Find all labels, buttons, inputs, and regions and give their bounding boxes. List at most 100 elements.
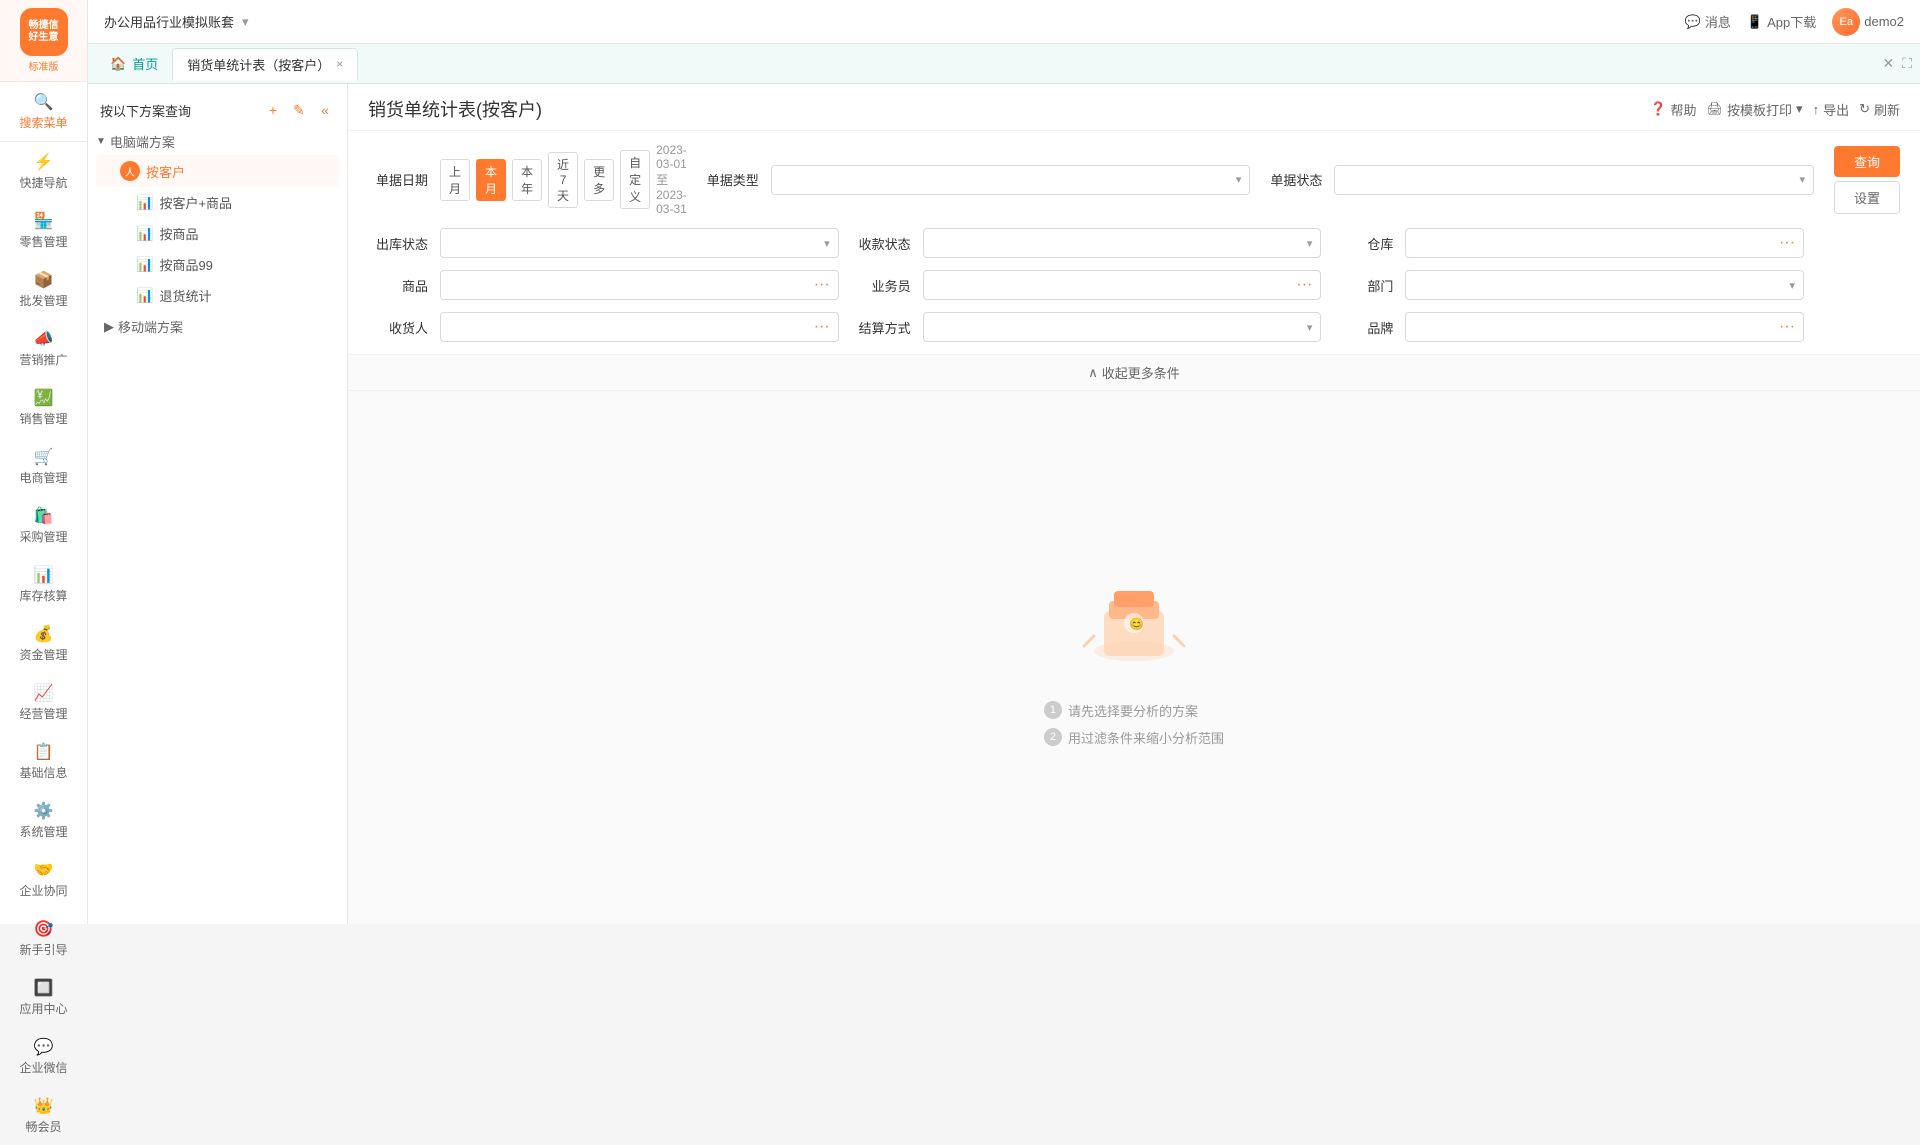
help-icon: ❓ (1650, 101, 1666, 117)
settlement-select[interactable]: ▾ (923, 312, 1322, 342)
department-select[interactable]: ▾ (1405, 270, 1804, 300)
date-btn-more[interactable]: 更多 (584, 159, 614, 201)
date-btn-custom[interactable]: 自定义 (620, 150, 650, 209)
receiver-input[interactable]: ··· (440, 312, 839, 342)
tab-home[interactable]: 🏠 首页 (96, 48, 172, 79)
message-icon: 💬 (1685, 14, 1701, 30)
sidebar-item-retail[interactable]: 🏪 零售管理 (0, 201, 87, 260)
page-header: 销货单统计表(按客户) ❓ 帮助 🖨 按模板打印 ▾ ↑ 导出 (348, 84, 1920, 131)
member-icon: 👑 (34, 1096, 54, 1116)
salesperson-label: 业务员 (851, 276, 911, 295)
date-btn-7days[interactable]: 近7天 (548, 152, 578, 208)
filter-row-1: 单据日期 上月 本月 本年 近7天 更多 自定义 2023-03-01 至 20… (368, 143, 1900, 216)
chart-icon-product99: 📊 (136, 256, 153, 273)
main-content: 办公用品行业模拟账套 ▾ 💬 消息 📱 App下载 Ea demo2 🏠 首页 … (88, 0, 1920, 924)
tab-active[interactable]: 销货单统计表（按客户） × (172, 48, 358, 81)
sidebar: 畅捷信好生意 标准版 🔍 搜索菜单 ⚡ 快捷导航 🏪 零售管理 📦 批发管理 📣… (0, 0, 88, 924)
template-print-btn[interactable]: 🖨 按模板打印 ▾ (1707, 100, 1803, 119)
sidebar-item-sales[interactable]: 💹 销售管理 (0, 378, 87, 437)
message-btn[interactable]: 💬 消息 (1685, 12, 1731, 31)
tree-item-return[interactable]: 📊 退货统计 (96, 280, 339, 311)
help-btn[interactable]: ❓ 帮助 (1650, 100, 1696, 119)
receiver-dots-icon[interactable]: ··· (814, 318, 830, 336)
sidebar-item-purchase[interactable]: 🛍️ 采购管理 (0, 496, 87, 555)
maximize-icon[interactable]: ⛶ (1902, 55, 1912, 72)
tree-item-customer-product[interactable]: 📊 按客户+商品 (96, 187, 339, 218)
topbar-left: 办公用品行业模拟账套 ▾ (104, 12, 249, 31)
topbar-right: 💬 消息 📱 App下载 Ea demo2 (1685, 8, 1904, 36)
sidebar-item-ecommerce[interactable]: 🛒 电商管理 (0, 437, 87, 496)
tab-close-icon[interactable]: × (336, 57, 343, 71)
doc-status-label: 单据状态 (1262, 170, 1322, 189)
sidebar-item-wholesale[interactable]: 📦 批发管理 (0, 260, 87, 319)
user-area[interactable]: Ea demo2 (1832, 8, 1904, 36)
add-scheme-btn[interactable]: + (263, 100, 283, 120)
sidebar-item-guide[interactable]: 🎯 新手引导 (0, 909, 87, 968)
sidebar-item-cooperation[interactable]: 🤝 企业协同 (0, 850, 87, 909)
avatar: Ea (1832, 8, 1860, 36)
sidebar-item-inventory[interactable]: 📊 库存核算 (0, 555, 87, 614)
print-dropdown-icon: ▾ (1796, 101, 1803, 117)
tree-item-product[interactable]: 📊 按商品 (96, 218, 339, 249)
tabs-right: ✕ ⛶ (1882, 55, 1912, 72)
salesperson-dots-icon[interactable]: ··· (1296, 276, 1312, 294)
doc-type-select[interactable]: ▾ (771, 165, 1251, 195)
edit-scheme-btn[interactable]: ✎ (289, 100, 309, 120)
filter-row-2: 出库状态 ▾ 收款状态 ▾ 仓库 ··· (368, 228, 1900, 258)
out-status-select[interactable]: ▾ (440, 228, 839, 258)
empty-illustration: 😊 (1074, 561, 1194, 681)
sidebar-item-finance[interactable]: 💰 资金管理 (0, 614, 87, 673)
refresh-icon: ↻ (1859, 101, 1870, 117)
date-btn-this-year[interactable]: 本年 (512, 159, 542, 201)
payment-status-select[interactable]: ▾ (923, 228, 1322, 258)
filter-row-4: 收货人 ··· 结算方式 ▾ 品牌 ··· (368, 312, 1900, 342)
sidebar-item-basic[interactable]: 📋 基础信息 (0, 732, 87, 791)
tree-item-customer[interactable]: 人 按客户 (96, 155, 339, 187)
purchase-icon: 🛍️ (34, 506, 54, 526)
date-btn-last-month[interactable]: 上月 (440, 159, 470, 201)
export-btn[interactable]: ↑ 导出 (1813, 100, 1850, 119)
page-actions: ❓ 帮助 🖨 按模板打印 ▾ ↑ 导出 ↻ 刷新 (1650, 100, 1900, 119)
tree-item-product99[interactable]: 📊 按商品99 (96, 249, 339, 280)
product-input[interactable]: ··· (440, 270, 839, 300)
app-download-btn[interactable]: 📱 App下载 (1747, 12, 1816, 31)
sidebar-item-system[interactable]: ⚙️ 系统管理 (0, 791, 87, 850)
empty-hint-1: 1 请先选择要分析的方案 (1044, 701, 1224, 720)
dropdown-arrow-icon[interactable]: ▾ (242, 14, 249, 30)
warehouse-input[interactable]: ··· (1405, 228, 1804, 258)
query-btn[interactable]: 查询 (1834, 146, 1900, 177)
collapse-icon: ∧ (1088, 365, 1098, 381)
sidebar-item-operations[interactable]: 📈 经营管理 (0, 673, 87, 732)
chart-icon-product: 📊 (136, 225, 153, 242)
brand-input[interactable]: ··· (1405, 312, 1804, 342)
sidebar-item-appstore[interactable]: 🔲 应用中心 (0, 968, 87, 1027)
brand-dots-icon[interactable]: ··· (1779, 318, 1795, 336)
salesperson-input[interactable]: ··· (923, 270, 1322, 300)
wechat-icon: 💬 (34, 1037, 54, 1057)
doc-status-select[interactable]: ▾ (1334, 165, 1814, 195)
date-btn-this-month[interactable]: 本月 (476, 159, 506, 201)
collapse-more-btn[interactable]: ∧ 收起更多条件 (1088, 363, 1180, 382)
warehouse-dots-icon[interactable]: ··· (1779, 234, 1795, 252)
hint-number-1: 1 (1044, 701, 1062, 719)
department-arrow-icon: ▾ (1789, 279, 1795, 292)
home-icon: 🏠 (110, 56, 126, 72)
collapse-panel-btn[interactable]: « (315, 100, 335, 120)
tree-parent-pc[interactable]: ▼ 电脑端方案 (96, 128, 339, 155)
search-icon: 🔍 (34, 92, 54, 112)
product-dots-icon[interactable]: ··· (814, 276, 830, 294)
date-label: 单据日期 (368, 170, 428, 189)
empty-text: 1 请先选择要分析的方案 2 用过滤条件来缩小分析范围 (1044, 701, 1224, 755)
tree-parent-mobile[interactable]: ▶ 移动端方案 (96, 311, 339, 342)
sidebar-item-member[interactable]: 👑 畅会员 (0, 1086, 87, 1145)
sidebar-item-search[interactable]: 🔍 搜索菜单 (0, 82, 87, 142)
sidebar-item-marketing[interactable]: 📣 营销推广 (0, 319, 87, 378)
marketing-icon: 📣 (34, 329, 54, 349)
left-panel-header: 按以下方案查询 + ✎ « (88, 92, 347, 128)
settings-btn[interactable]: 设置 (1834, 181, 1900, 214)
refresh-btn[interactable]: ↻ 刷新 (1859, 100, 1900, 119)
close-window-icon[interactable]: ✕ (1882, 55, 1894, 72)
sidebar-item-shortcut[interactable]: ⚡ 快捷导航 (0, 142, 87, 201)
department-label: 部门 (1333, 276, 1393, 295)
sidebar-item-wechat[interactable]: 💬 企业微信 (0, 1027, 87, 1086)
